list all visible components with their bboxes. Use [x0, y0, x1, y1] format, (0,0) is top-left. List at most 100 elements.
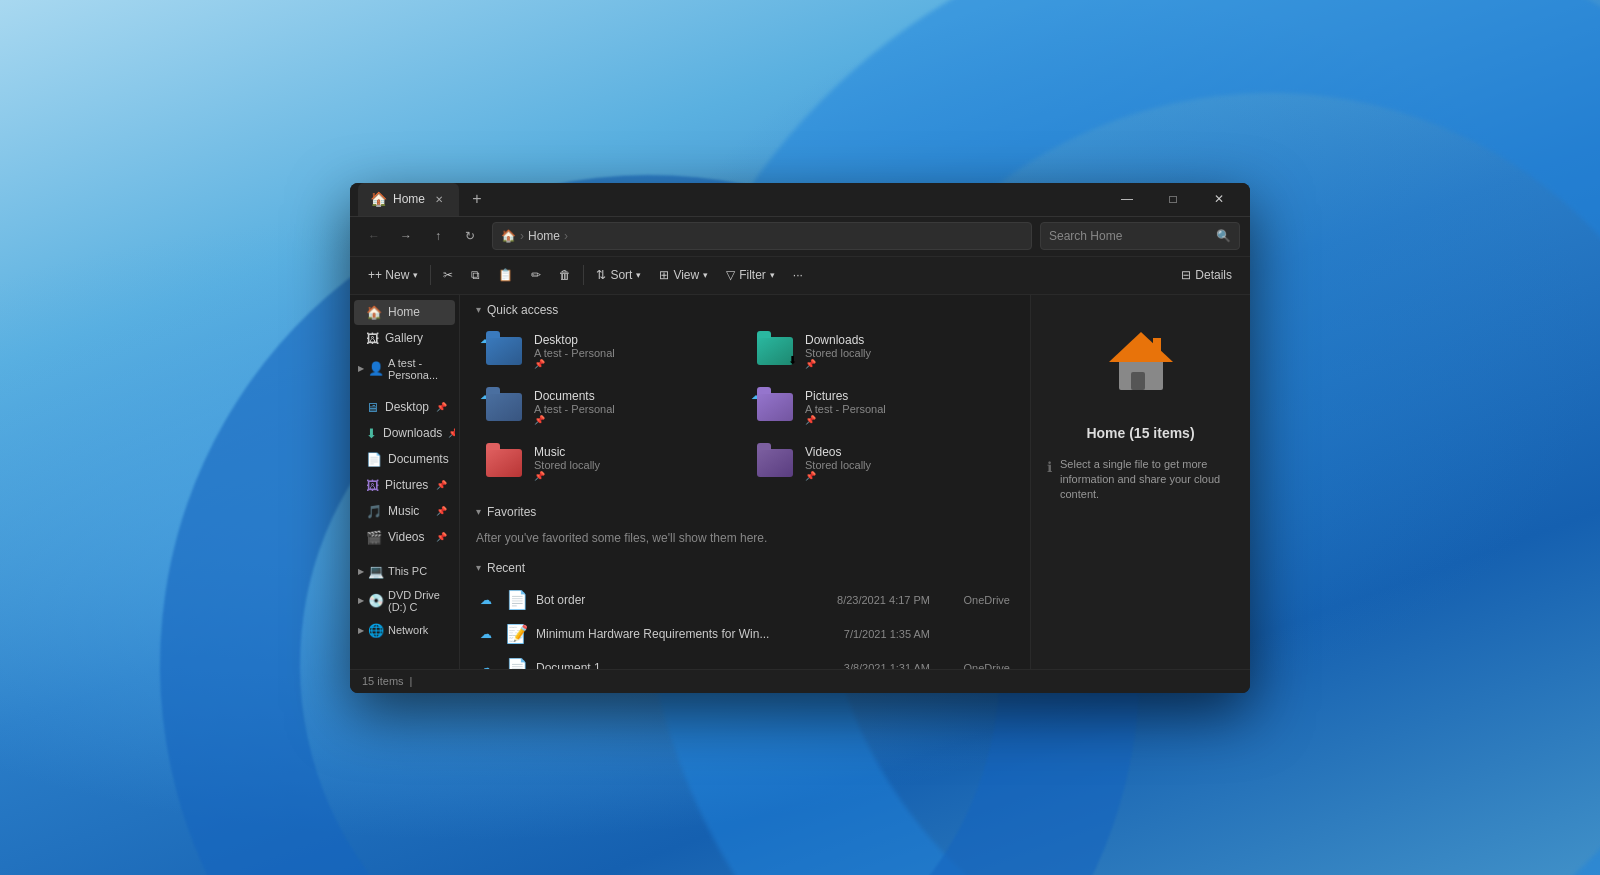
details-icon: ⊟: [1181, 268, 1191, 282]
qa-item-documents[interactable]: ☁ Documents A test - Personal 📌: [476, 381, 743, 433]
minimize-button[interactable]: —: [1104, 183, 1150, 215]
cut-button[interactable]: ✂: [435, 264, 461, 286]
favorites-header[interactable]: ▾ Favorites: [476, 505, 1014, 519]
sidebar-item-documents[interactable]: 📄 Documents 📌: [354, 447, 455, 472]
sidebar-videos-label: Videos: [388, 530, 424, 544]
tab-close-button[interactable]: ✕: [431, 191, 447, 207]
up-button[interactable]: ↑: [424, 222, 452, 250]
sidebar: 🏠 Home 🖼 Gallery ▶ 👤 A test - Persona...…: [350, 295, 460, 669]
delete-button[interactable]: 🗑: [551, 264, 579, 286]
file-area: ▾ Quick access ☁ Desktop A test - Person…: [460, 295, 1030, 669]
qa-downloads-pin: 📌: [805, 359, 1004, 369]
sidebar-item-gallery[interactable]: 🖼 Gallery: [354, 326, 455, 351]
qa-music-pin: 📌: [534, 471, 733, 481]
qa-chevron-icon: ▾: [476, 304, 481, 315]
filter-button[interactable]: ▽ Filter ▾: [718, 264, 783, 286]
sidebar-documents-label: Documents: [388, 452, 449, 466]
dvd-chevron-icon: ▶: [358, 596, 364, 605]
address-bar[interactable]: 🏠 › Home ›: [492, 222, 1032, 250]
view-button[interactable]: ⊞ View ▾: [651, 264, 716, 286]
quick-access-grid: ☁ Desktop A test - Personal 📌 ⬇: [476, 325, 1014, 489]
sidebar-home-label: Home: [388, 305, 420, 319]
refresh-button[interactable]: ↻: [456, 222, 484, 250]
qa-pictures-sub: A test - Personal: [805, 403, 1004, 415]
sidebar-item-pictures[interactable]: 🖼 Pictures 📌: [354, 473, 455, 498]
qa-item-pictures[interactable]: ☁ Pictures A test - Personal 📌: [747, 381, 1014, 433]
window-controls: — □ ✕: [1104, 183, 1242, 215]
copy-button[interactable]: ⧉: [463, 264, 488, 286]
more-button[interactable]: ···: [785, 264, 811, 286]
forward-button[interactable]: →: [392, 222, 420, 250]
svg-rect-3: [1153, 338, 1161, 354]
qa-item-videos[interactable]: Videos Stored locally 📌: [747, 437, 1014, 489]
svg-marker-2: [1109, 332, 1173, 362]
min-hw-date: 7/1/2021 1:35 AM: [800, 628, 930, 640]
qa-item-music[interactable]: Music Stored locally 📌: [476, 437, 743, 489]
navigation-toolbar: ← → ↑ ↻ 🏠 › Home › Search Home 🔍: [350, 217, 1250, 257]
sidebar-item-desktop[interactable]: 🖥 Desktop 📌: [354, 395, 455, 420]
breadcrumb-home: Home: [528, 229, 560, 243]
quick-access-label: Quick access: [487, 303, 558, 317]
document1-date: 3/8/2021 1:31 AM: [800, 662, 930, 669]
bot-order-file-icon: 📄: [506, 589, 526, 611]
videos-pin-icon: 📌: [436, 532, 447, 542]
bot-order-location: OneDrive: [940, 594, 1010, 606]
rename-button[interactable]: ✏: [523, 264, 549, 286]
favorites-chevron-icon: ▾: [476, 506, 481, 517]
quick-access-header[interactable]: ▾ Quick access: [476, 303, 1014, 317]
svg-rect-1: [1131, 372, 1145, 390]
copy-icon: ⧉: [471, 268, 480, 282]
favorites-empty-message: After you've favorited some files, we'll…: [476, 527, 1014, 561]
sidebar-item-network[interactable]: ▶ 🌐 Network: [350, 618, 459, 643]
maximize-button[interactable]: □: [1150, 183, 1196, 215]
sidebar-item-videos[interactable]: 🎬 Videos 📌: [354, 525, 455, 550]
home-breadcrumb-icon: 🏠: [501, 229, 516, 243]
detail-panel: Home (15 items) ℹ Select a single file t…: [1030, 295, 1250, 669]
a-test-icon: 👤: [368, 361, 384, 376]
sidebar-item-downloads[interactable]: ⬇ Downloads 📌: [354, 421, 455, 446]
new-button[interactable]: + + New ▾: [360, 264, 426, 286]
min-hw-name: Minimum Hardware Requirements for Win...: [536, 627, 790, 641]
search-box[interactable]: Search Home 🔍: [1040, 222, 1240, 250]
title-bar: 🏠 Home ✕ + — □ ✕: [350, 183, 1250, 217]
recent-item-bot-order[interactable]: ☁ 📄 Bot order 8/23/2021 4:17 PM OneDrive: [476, 583, 1014, 617]
music-pin-icon: 📌: [436, 506, 447, 516]
sidebar-item-dvd-drive[interactable]: ▶ 💿 DVD Drive (D:) C: [350, 584, 459, 618]
back-button[interactable]: ←: [360, 222, 388, 250]
details-button[interactable]: ⊟ Details: [1173, 264, 1240, 286]
sidebar-item-this-pc[interactable]: ▶ 💻 This PC: [350, 559, 459, 584]
downloads-pin-icon: 📌: [448, 428, 455, 438]
sidebar-item-a-test[interactable]: ▶ 👤 A test - Persona...: [350, 352, 459, 386]
delete-icon: 🗑: [559, 268, 571, 282]
qa-videos-sub: Stored locally: [805, 459, 1004, 471]
sort-button[interactable]: ⇅ Sort ▾: [588, 264, 649, 286]
search-icon: 🔍: [1216, 229, 1231, 243]
new-tab-button[interactable]: +: [463, 185, 491, 213]
qa-item-downloads[interactable]: ⬇ Downloads Stored locally 📌: [747, 325, 1014, 377]
view-dropdown-icon: ▾: [703, 270, 708, 280]
close-button[interactable]: ✕: [1196, 183, 1242, 215]
sidebar-gallery-label: Gallery: [385, 331, 423, 345]
a-test-chevron-icon: ▶: [358, 364, 364, 373]
recent-item-min-hw[interactable]: ☁ 📝 Minimum Hardware Requirements for Wi…: [476, 617, 1014, 651]
rename-icon: ✏: [531, 268, 541, 282]
detail-info-icon: ℹ: [1047, 458, 1052, 478]
recent-item-document1[interactable]: ☁ 📄 Document 1 3/8/2021 1:31 AM OneDrive: [476, 651, 1014, 669]
command-bar: + + New ▾ ✂ ⧉ 📋 ✏ 🗑 ⇅ Sort ▾ ⊞ View ▾ ▽ …: [350, 257, 1250, 295]
recent-label: Recent: [487, 561, 525, 575]
qa-item-desktop[interactable]: ☁ Desktop A test - Personal 📌: [476, 325, 743, 377]
downloads-arrow-icon: ⬇: [788, 354, 797, 367]
paste-button[interactable]: 📋: [490, 264, 521, 286]
sidebar-item-music[interactable]: 🎵 Music 📌: [354, 499, 455, 524]
pictures-sidebar-icon: 🖼: [366, 478, 379, 493]
tab-area: 🏠 Home ✕ +: [358, 183, 1104, 216]
qa-music-sub: Stored locally: [534, 459, 733, 471]
sidebar-item-home[interactable]: 🏠 Home: [354, 300, 455, 325]
favorites-label: Favorites: [487, 505, 536, 519]
detail-info: ℹ Select a single file to get more infor…: [1047, 457, 1234, 503]
home-sidebar-icon: 🏠: [366, 305, 382, 320]
this-pc-chevron-icon: ▶: [358, 567, 364, 576]
filter-icon: ▽: [726, 268, 735, 282]
recent-header[interactable]: ▾ Recent: [476, 561, 1014, 575]
active-tab[interactable]: 🏠 Home ✕: [358, 183, 459, 216]
